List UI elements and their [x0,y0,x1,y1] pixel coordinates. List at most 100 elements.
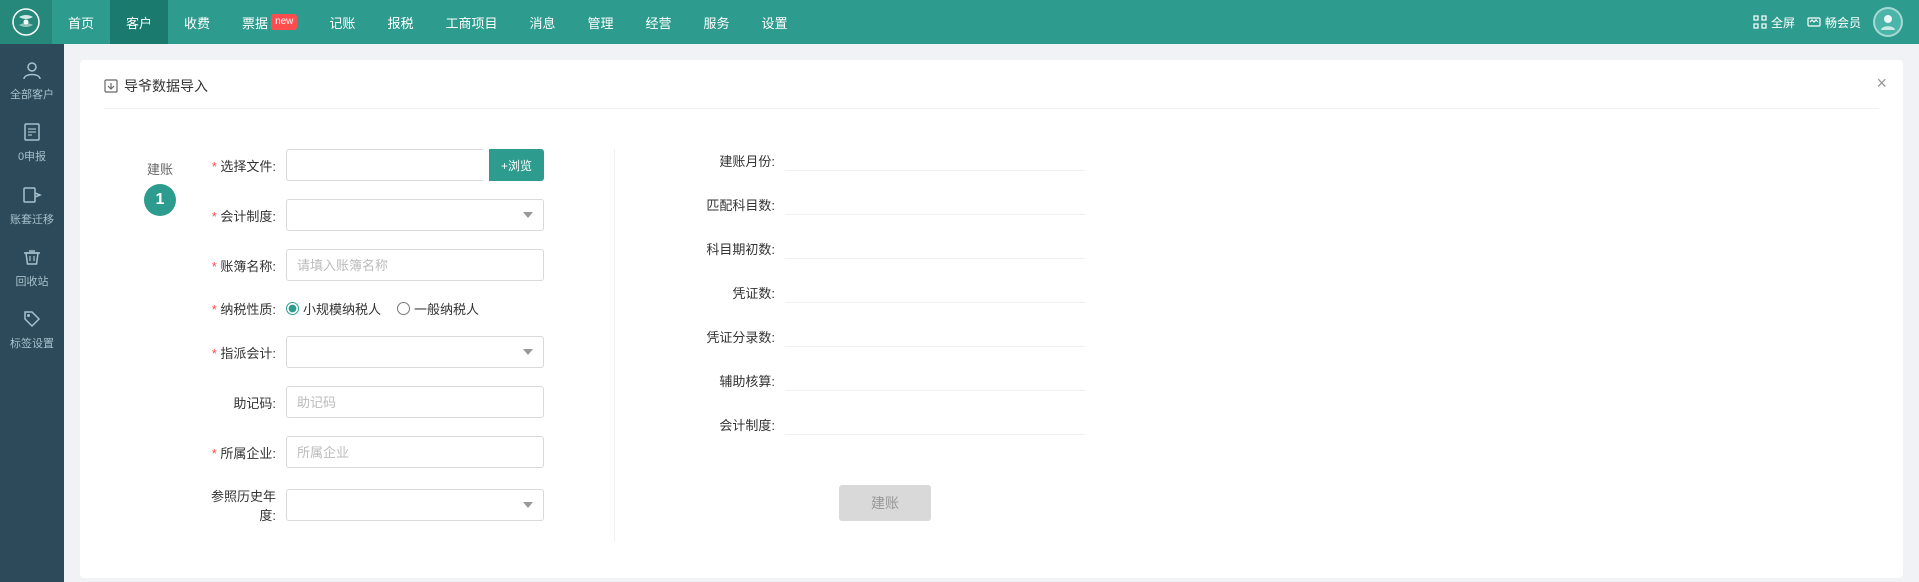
sidebar-item-declaration[interactable]: 0申报 [2,114,62,172]
top-navigation: 首页 客户 收费 票据 new 记账 报税 工商项目 消息 管理 经营 服务 设… [0,0,1919,44]
ref-history-row: 参照历史年度: [196,486,544,524]
accountant-row: * 指派会计: [196,336,544,368]
nav-home[interactable]: 首页 [52,0,110,44]
nav-msg[interactable]: 消息 [513,0,571,44]
sidebar-item-account-migrate[interactable]: 账套迁移 [2,177,62,235]
aux-code-label: 助记码: [196,393,286,412]
nav-tax[interactable]: 报税 [371,0,429,44]
section-divider [614,149,615,542]
file-select-label: * 选择文件: [196,156,286,175]
voucher-count-label: 凭证数: [685,283,785,302]
invoice-badge: new [271,14,297,30]
voucher-entries-label: 凭证分录数: [685,327,785,346]
nav-ledger[interactable]: 记账 [313,0,371,44]
match-subjects-label: 匹配科目数: [685,195,785,214]
tax-general-radio-label[interactable]: 一般纳税人 [397,299,479,318]
nav-service[interactable]: 服务 [688,0,746,44]
tax-type-radio-group: 小规模纳税人 一般纳税人 [286,299,479,318]
ledger-name-row: * 账簿名称: [196,249,544,281]
belong-company-row: * 所属企业: [196,436,544,468]
nav-invoice[interactable]: 票据 new [226,0,313,44]
accounting-system-row: * 会计制度: [196,199,544,231]
sidebar-item-tag-settings[interactable]: 标签设置 [2,301,62,359]
browse-button[interactable]: +浏览 [489,149,544,181]
tax-type-row: * 纳税性质: 小规模纳税人 一般纳税人 [196,299,544,318]
subject-init-value [785,237,1085,259]
build-month-label: 建账月份: [685,151,785,170]
sidebar-label-tag-settings: 标签设置 [10,337,54,351]
step-label: 建账 [147,159,173,178]
build-account-button[interactable]: 建账 [839,485,931,521]
tax-general-label: 一般纳税人 [414,299,479,318]
ledger-name-label: * 账簿名称: [196,256,286,275]
panel-header: 导爷数据导入 [104,76,1879,109]
ref-history-label: 参照历史年度: [196,486,286,524]
form-section: * 选择文件: +浏览 * 会计制度: [196,149,544,542]
nav-items: 首页 客户 收费 票据 new 记账 报税 工商项目 消息 管理 经营 服务 设… [52,0,1753,44]
build-month-row: 建账月份: [685,149,1085,171]
step-circle: 1 [144,184,176,216]
aux-code-input[interactable] [286,386,544,418]
accounting-system-label: * 会计制度: [196,206,286,225]
user-avatar[interactable] [1873,7,1903,37]
main-layout: 全部客户 0申报 账套迁移 [0,44,1919,582]
accounting-system-select[interactable] [286,199,544,231]
voucher-entries-row: 凭证分录数: [685,325,1085,347]
content-area: 导爷数据导入 × 建账 1 [64,44,1919,582]
nav-settings[interactable]: 设置 [746,0,804,44]
ledger-name-input[interactable] [286,249,544,281]
aux-accounting-row: 辅助核算: [685,369,1085,391]
accounting-system-info-label: 会计制度: [685,415,785,434]
match-subjects-value [785,193,1085,215]
info-section: 建账月份: 匹配科目数: 科目期初数: 凭证数: [685,149,1085,542]
belong-company-input[interactable] [286,436,544,468]
sidebar-label-declaration: 0申报 [18,150,46,164]
nav-biz[interactable]: 工商项目 [429,0,513,44]
main-panel: 导爷数据导入 × 建账 1 [80,60,1903,578]
file-select-row: * 选择文件: +浏览 [196,149,544,181]
all-clients-icon [22,60,42,85]
nav-client[interactable]: 客户 [110,0,168,44]
tax-small-radio[interactable] [286,302,299,315]
vip-button[interactable]: 畅会员 [1807,14,1861,31]
tax-small-label: 小规模纳税人 [303,299,381,318]
sidebar-item-all-clients[interactable]: 全部客户 [2,52,62,110]
file-input[interactable] [286,149,483,181]
tax-type-label: * 纳税性质: [196,299,286,318]
fullscreen-icon [1753,15,1767,29]
nav-fee[interactable]: 收费 [168,0,226,44]
aux-code-row: 助记码: [196,386,544,418]
nav-admin[interactable]: 管理 [571,0,629,44]
subject-init-row: 科目期初数: [685,237,1085,259]
belong-company-label: * 所属企业: [196,443,286,462]
panel-title: 导爷数据导入 [124,76,208,96]
accounting-system-info-value [785,413,1085,435]
build-month-value [785,149,1085,171]
fullscreen-label: 全屏 [1771,14,1795,31]
accountant-select[interactable] [286,336,544,368]
aux-accounting-label: 辅助核算: [685,371,785,390]
tax-general-radio[interactable] [397,302,410,315]
vip-label: 畅会员 [1825,14,1861,31]
aux-accounting-value [785,369,1085,391]
sidebar-label-trash: 回收站 [16,275,49,289]
form-container: 建账 1 * 选择文件: +浏览 [104,129,1879,562]
app-logo[interactable] [0,0,52,44]
vip-icon [1807,15,1821,29]
tax-small-radio-label[interactable]: 小规模纳税人 [286,299,381,318]
sidebar-item-trash[interactable]: 回收站 [2,239,62,297]
build-btn-container: 建账 [685,465,1085,521]
voucher-count-value [785,281,1085,303]
voucher-entries-value [785,325,1085,347]
ref-history-select[interactable] [286,489,544,521]
account-migrate-icon [22,185,42,210]
file-input-wrapper: +浏览 [286,149,544,181]
match-subjects-row: 匹配科目数: [685,193,1085,215]
panel-close-button[interactable]: × [1876,74,1887,92]
fullscreen-button[interactable]: 全屏 [1753,14,1795,31]
nav-finance[interactable]: 经营 [630,0,688,44]
subject-init-label: 科目期初数: [685,239,785,258]
accounting-system-info-row: 会计制度: [685,413,1085,435]
sidebar-label-all-clients: 全部客户 [10,88,54,102]
accountant-label: * 指派会计: [196,343,286,362]
